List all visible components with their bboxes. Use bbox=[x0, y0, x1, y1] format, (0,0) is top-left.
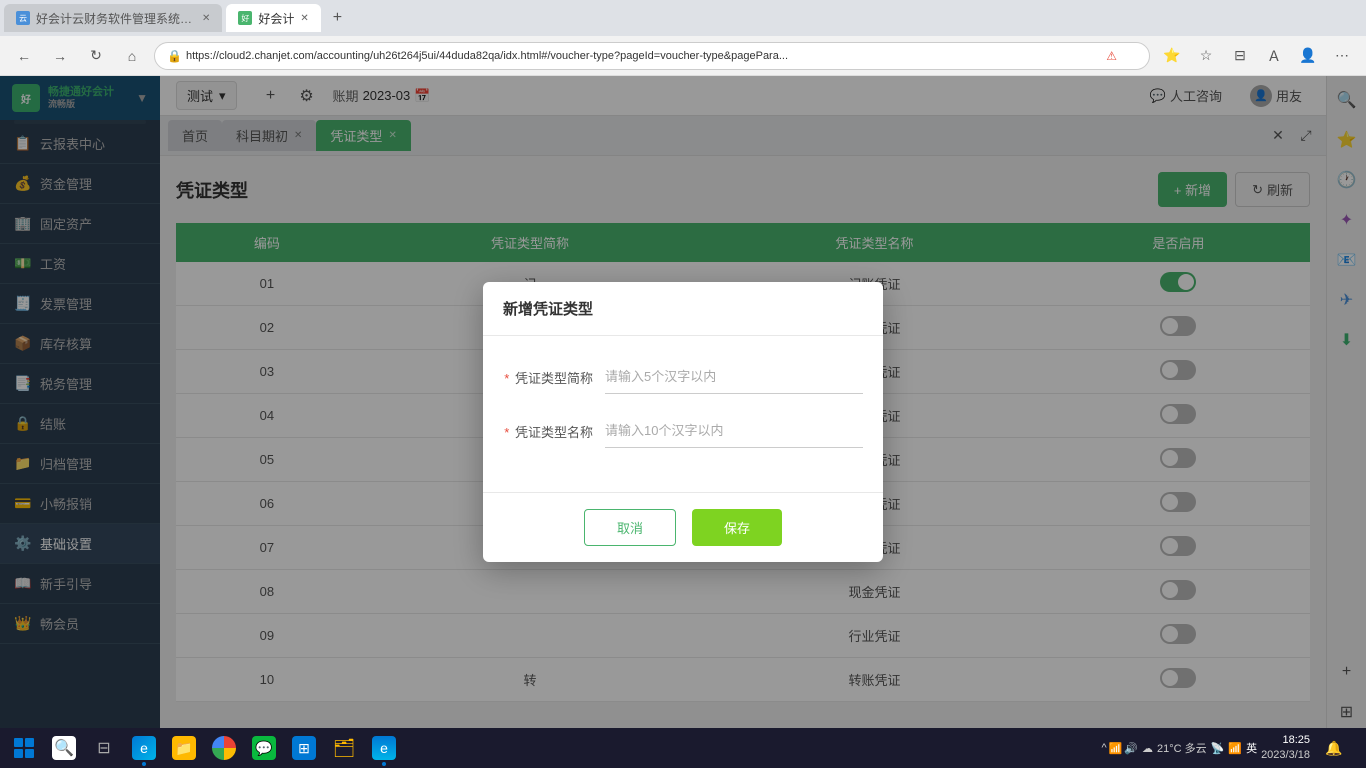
name-input[interactable] bbox=[605, 414, 863, 448]
required-star-2: * bbox=[504, 425, 509, 440]
tab-favicon-1: 云 bbox=[16, 11, 30, 25]
taskbar-task-view[interactable]: ⊟ bbox=[84, 728, 124, 768]
save-button[interactable]: 保存 bbox=[692, 509, 782, 546]
short-name-input[interactable] bbox=[605, 360, 863, 394]
required-star-1: * bbox=[504, 371, 509, 386]
tab-favicon-2: 好 bbox=[238, 11, 252, 25]
tab-bar: 云 好会计云财务软件管理系统_会计 ✕ 好 好会计 ✕ + bbox=[0, 0, 1366, 36]
browser-tab-2-close[interactable]: ✕ bbox=[300, 13, 308, 24]
taskbar-clock[interactable]: 18:25 2023/3/18 bbox=[1261, 733, 1310, 764]
back-button[interactable]: ← bbox=[10, 42, 38, 70]
weather-temp: 21°C 多云 bbox=[1157, 740, 1207, 756]
lang-indicator: 英 bbox=[1246, 740, 1257, 756]
reload-button[interactable]: ↻ bbox=[82, 42, 110, 70]
notification-button[interactable]: 🔔 bbox=[1314, 728, 1354, 768]
modal-header: 新增凭证类型 bbox=[483, 282, 883, 336]
taskbar-appstore[interactable]: ⊞ bbox=[284, 728, 324, 768]
start-button[interactable] bbox=[4, 728, 44, 768]
signal-icon: 📶 bbox=[1228, 742, 1242, 755]
taskbar-edge2[interactable]: e bbox=[364, 728, 404, 768]
profile-icon[interactable]: 👤 bbox=[1294, 42, 1322, 70]
address-bar[interactable]: 🔒 https://cloud2.chanjet.com/accounting/… bbox=[154, 42, 1150, 70]
taskbar-chrome[interactable] bbox=[204, 728, 244, 768]
browser-tab-1-close[interactable]: ✕ bbox=[202, 13, 210, 24]
more-icon[interactable]: ⋯ bbox=[1328, 42, 1356, 70]
taskbar-explorer[interactable]: 📁 bbox=[164, 728, 204, 768]
browser-tab-2[interactable]: 好 好会计 ✕ bbox=[226, 4, 320, 32]
browser-tab-2-title: 好会计 bbox=[258, 10, 294, 27]
modal-title: 新增凭证类型 bbox=[503, 298, 593, 319]
name-label: * 凭证类型名称 bbox=[503, 422, 593, 441]
taskbar-search[interactable]: 🔍 bbox=[44, 728, 84, 768]
short-name-label: * 凭证类型简称 bbox=[503, 368, 593, 387]
zoom-icon[interactable]: Ａ bbox=[1260, 42, 1288, 70]
modal-body: * 凭证类型简称 * 凭证类型名称 bbox=[483, 336, 883, 492]
clock-date: 2023/3/18 bbox=[1261, 748, 1310, 763]
new-tab-button[interactable]: + bbox=[325, 9, 350, 27]
cancel-button[interactable]: 取消 bbox=[584, 509, 676, 546]
browser-toolbar: ⭐ ☆ ⊟ Ａ 👤 ⋯ bbox=[1158, 42, 1356, 70]
clock-time: 18:25 bbox=[1261, 733, 1310, 748]
short-name-group: * 凭证类型简称 bbox=[503, 360, 863, 394]
extensions-icon[interactable]: ⭐ bbox=[1158, 42, 1186, 70]
system-tray[interactable]: ^ 📶 🔊 bbox=[1101, 742, 1138, 755]
taskbar-folder[interactable]: 🗂 bbox=[324, 728, 364, 768]
browser-controls: ← → ↻ ⌂ 🔒 https://cloud2.chanjet.com/acc… bbox=[0, 36, 1366, 76]
taskbar-wechat[interactable]: 💬 bbox=[244, 728, 284, 768]
weather-widget[interactable]: ☁ 21°C 多云 bbox=[1142, 740, 1207, 756]
network-icon: 📡 bbox=[1211, 742, 1225, 755]
home-button[interactable]: ⌂ bbox=[118, 42, 146, 70]
address-text: https://cloud2.chanjet.com/accounting/uh… bbox=[186, 50, 1102, 62]
view-icon[interactable]: ⊟ bbox=[1226, 42, 1254, 70]
forward-button[interactable]: → bbox=[46, 42, 74, 70]
bookmark-icon[interactable]: ☆ bbox=[1192, 42, 1220, 70]
add-voucher-modal: 新增凭证类型 * 凭证类型简称 * 凭证类型名称 取消 保存 bbox=[483, 282, 883, 562]
browser-tab-1[interactable]: 云 好会计云财务软件管理系统_会计 ✕ bbox=[4, 4, 222, 32]
taskbar-right: ^ 📶 🔊 ☁ 21°C 多云 📡 📶 英 18:25 2023/3/18 🔔 bbox=[1093, 728, 1362, 768]
taskbar-edge[interactable]: e bbox=[124, 728, 164, 768]
browser-tab-1-title: 好会计云财务软件管理系统_会计 bbox=[36, 10, 196, 27]
modal-footer: 取消 保存 bbox=[483, 492, 883, 562]
modal-overlay: 新增凭证类型 * 凭证类型简称 * 凭证类型名称 取消 保存 bbox=[0, 76, 1366, 768]
name-group: * 凭证类型名称 bbox=[503, 414, 863, 448]
weather-icon: ☁ bbox=[1142, 742, 1153, 755]
taskbar: 🔍 ⊟ e 📁 💬 ⊞ 🗂 e ^ 📶 🔊 ☁ 21°C 多云 📡 bbox=[0, 728, 1366, 768]
